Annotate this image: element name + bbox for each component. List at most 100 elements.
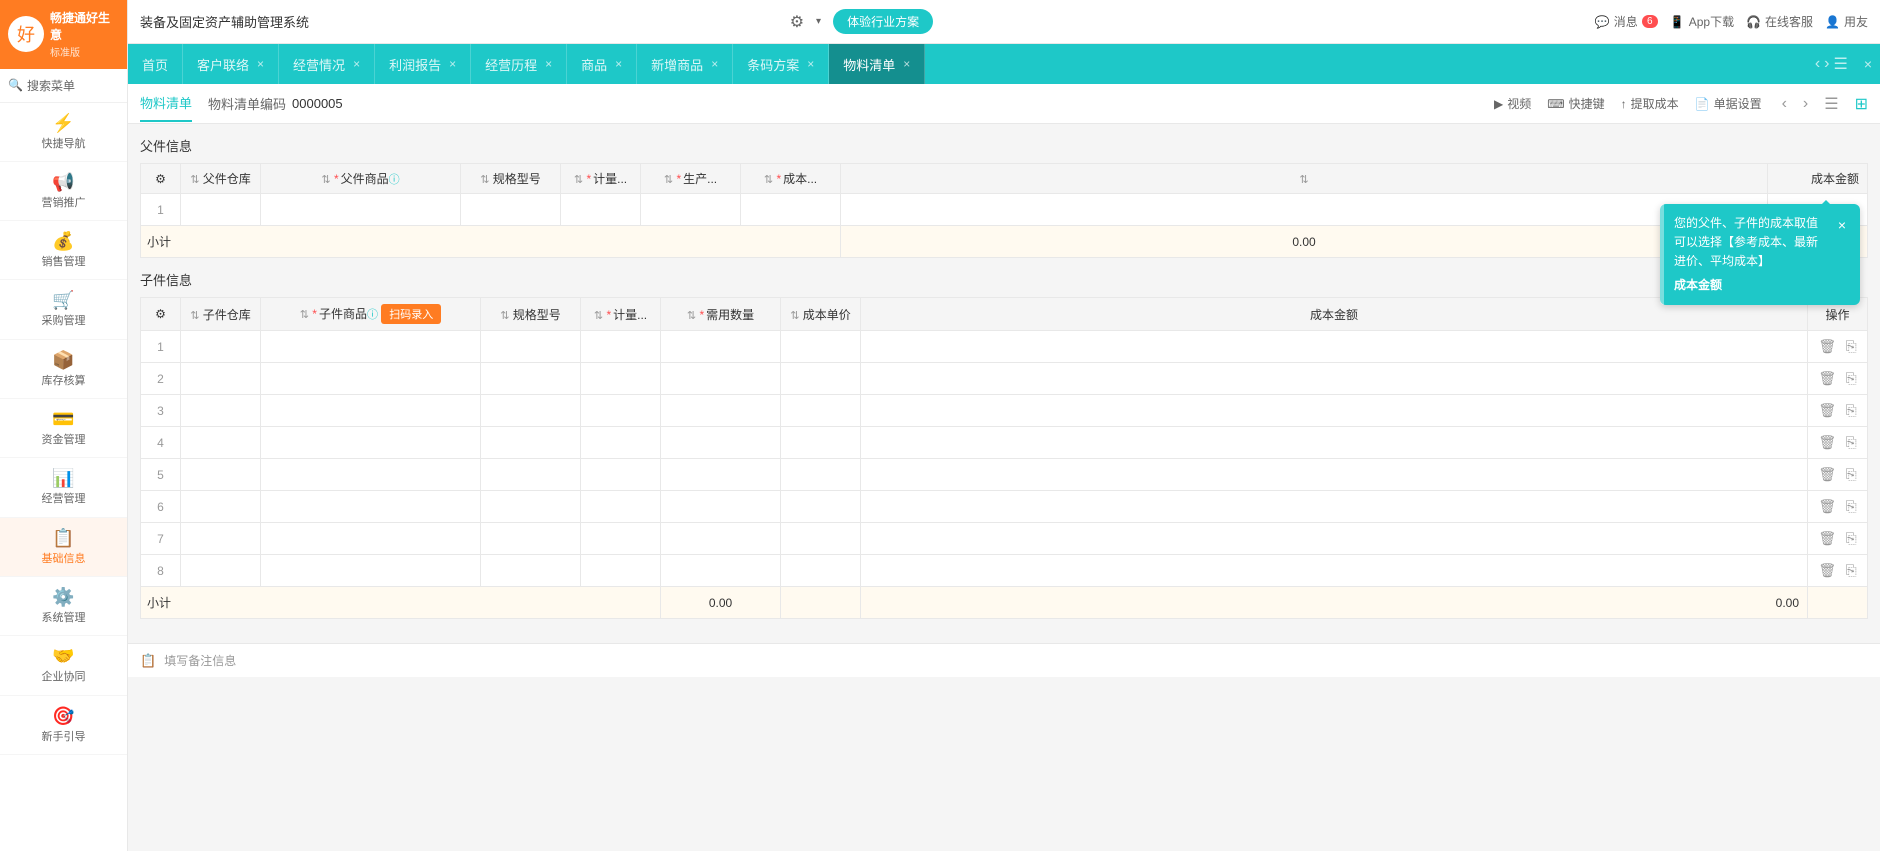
child-row-8-unit-cost[interactable]: [781, 555, 861, 587]
child-row-4-copy-icon[interactable]: ⎘: [1845, 434, 1856, 450]
child-row-3-copy-icon[interactable]: ⎘: [1845, 402, 1856, 418]
scan-input-button[interactable]: 扫码录入: [381, 304, 441, 324]
extract-cost-button[interactable]: ↑ 提取成本: [1621, 95, 1679, 112]
child-row-4-quantity[interactable]: [661, 427, 781, 459]
settings-gear-icon[interactable]: ⚙: [155, 172, 166, 186]
child-row-5-copy-icon[interactable]: ⎘: [1845, 466, 1856, 482]
child-row-3-delete-icon[interactable]: 🗑: [1818, 402, 1836, 418]
child-row-2-unit-cost[interactable]: [781, 363, 861, 395]
child-row-3-unit[interactable]: [581, 395, 661, 427]
app-download-button[interactable]: 📱 App下载: [1670, 13, 1734, 30]
child-row-7-warehouse[interactable]: [181, 523, 261, 555]
child-row-5-quantity[interactable]: [661, 459, 781, 491]
tab-goods-close[interactable]: ×: [615, 57, 622, 71]
child-settings-gear-icon[interactable]: ⚙: [155, 307, 166, 321]
child-row-1-copy-icon[interactable]: ⎘: [1845, 338, 1856, 354]
tooltip-close-button[interactable]: ×: [1838, 214, 1846, 236]
user-button[interactable]: 👤 用友: [1825, 13, 1868, 30]
tab-operations-status[interactable]: 经营情况 ×: [279, 44, 375, 84]
parent-row-1-unit[interactable]: [561, 194, 641, 226]
online-service-button[interactable]: 🎧 在线客服: [1746, 13, 1813, 30]
child-row-3-quantity[interactable]: [661, 395, 781, 427]
child-row-1-spec[interactable]: [481, 331, 581, 363]
child-row-7-unit[interactable]: [581, 523, 661, 555]
child-row-5-unit[interactable]: [581, 459, 661, 491]
child-row-2-unit[interactable]: [581, 363, 661, 395]
child-row-6-delete-icon[interactable]: 🗑: [1818, 498, 1836, 514]
child-row-8-product[interactable]: [261, 555, 481, 587]
child-row-1-warehouse[interactable]: [181, 331, 261, 363]
parent-row-1-extra[interactable]: [841, 194, 1768, 226]
tab-new-goods[interactable]: 新增商品 ×: [637, 44, 733, 84]
child-row-7-quantity[interactable]: [661, 523, 781, 555]
child-row-1-unit-cost[interactable]: [781, 331, 861, 363]
tab-next-button[interactable]: ›: [1824, 55, 1829, 73]
search-menu-item[interactable]: 🔍 搜索菜单: [0, 69, 127, 103]
child-row-6-unit-cost[interactable]: [781, 491, 861, 523]
grid-view-icon[interactable]: ⊞: [1855, 94, 1868, 114]
child-row-5-spec[interactable]: [481, 459, 581, 491]
child-row-6-warehouse[interactable]: [181, 491, 261, 523]
tab-history[interactable]: 经营历程 ×: [471, 44, 567, 84]
child-row-7-unit-cost[interactable]: [781, 523, 861, 555]
tab-new-goods-close[interactable]: ×: [711, 57, 718, 71]
child-row-4-unit[interactable]: [581, 427, 661, 459]
system-dropdown-icon[interactable]: ▾: [816, 16, 821, 27]
child-row-5-product[interactable]: [261, 459, 481, 491]
child-row-6-spec[interactable]: [481, 491, 581, 523]
message-button[interactable]: 💬 消息 6: [1595, 13, 1658, 30]
tab-bom-close[interactable]: ×: [903, 57, 910, 71]
tab-barcode[interactable]: 条码方案 ×: [733, 44, 829, 84]
tab-customer-close[interactable]: ×: [257, 57, 264, 71]
parent-row-1-cost[interactable]: [741, 194, 841, 226]
sidebar-item-inventory[interactable]: 📦 库存核算: [0, 340, 127, 399]
nav-right-icon[interactable]: ›: [1803, 95, 1808, 113]
child-row-2-product[interactable]: [261, 363, 481, 395]
tab-customer[interactable]: 客户联络 ×: [183, 44, 279, 84]
tab-bom[interactable]: 物料清单 ×: [829, 44, 925, 84]
child-row-4-unit-cost[interactable]: [781, 427, 861, 459]
child-row-4-delete-icon[interactable]: 🗑: [1818, 434, 1836, 450]
sidebar-item-quick-nav[interactable]: ⚡ 快捷导航: [0, 103, 127, 162]
list-view-icon[interactable]: ☰: [1824, 94, 1838, 114]
child-row-3-unit-cost[interactable]: [781, 395, 861, 427]
child-row-1-product[interactable]: [261, 331, 481, 363]
child-row-8-copy-icon[interactable]: ⎘: [1845, 562, 1856, 578]
child-row-2-warehouse[interactable]: [181, 363, 261, 395]
parent-row-1-warehouse[interactable]: [181, 194, 261, 226]
child-row-8-spec[interactable]: [481, 555, 581, 587]
sub-tab-bom-list[interactable]: 物料清单: [140, 85, 192, 122]
tab-operations-status-close[interactable]: ×: [353, 57, 360, 71]
sidebar-item-purchase[interactable]: 🛒 采购管理: [0, 280, 127, 339]
child-row-4-warehouse[interactable]: [181, 427, 261, 459]
child-row-7-product[interactable]: [261, 523, 481, 555]
child-row-1-quantity[interactable]: [661, 331, 781, 363]
sidebar-item-guide[interactable]: 🎯 新手引导: [0, 696, 127, 755]
tab-profit[interactable]: 利润报告 ×: [375, 44, 471, 84]
child-row-5-delete-icon[interactable]: 🗑: [1818, 466, 1836, 482]
child-row-7-delete-icon[interactable]: 🗑: [1818, 530, 1836, 546]
child-row-6-copy-icon[interactable]: ⎘: [1845, 498, 1856, 514]
shortcut-button[interactable]: ⌨ 快捷键: [1547, 95, 1604, 112]
child-row-5-unit-cost[interactable]: [781, 459, 861, 491]
tab-menu-button[interactable]: ☰: [1833, 54, 1847, 74]
child-row-2-copy-icon[interactable]: ⎘: [1845, 370, 1856, 386]
child-row-2-spec[interactable]: [481, 363, 581, 395]
tab-home[interactable]: 首页: [128, 44, 183, 84]
parent-row-1-production[interactable]: [641, 194, 741, 226]
parent-row-1-product[interactable]: [261, 194, 461, 226]
child-row-8-quantity[interactable]: [661, 555, 781, 587]
child-row-3-product[interactable]: [261, 395, 481, 427]
sidebar-item-marketing[interactable]: 📢 营销推广: [0, 162, 127, 221]
single-setting-button[interactable]: 📄 单据设置: [1695, 95, 1762, 112]
child-row-8-warehouse[interactable]: [181, 555, 261, 587]
sidebar-item-basic-info[interactable]: 📋 基础信息: [0, 518, 127, 577]
parent-row-1-spec[interactable]: [461, 194, 561, 226]
child-row-4-product[interactable]: [261, 427, 481, 459]
sidebar-item-system[interactable]: ⚙️ 系统管理: [0, 577, 127, 636]
tab-barcode-close[interactable]: ×: [807, 57, 814, 71]
sidebar-item-enterprise[interactable]: 🤝 企业协同: [0, 636, 127, 695]
child-row-7-spec[interactable]: [481, 523, 581, 555]
child-row-6-unit[interactable]: [581, 491, 661, 523]
child-row-6-product[interactable]: [261, 491, 481, 523]
